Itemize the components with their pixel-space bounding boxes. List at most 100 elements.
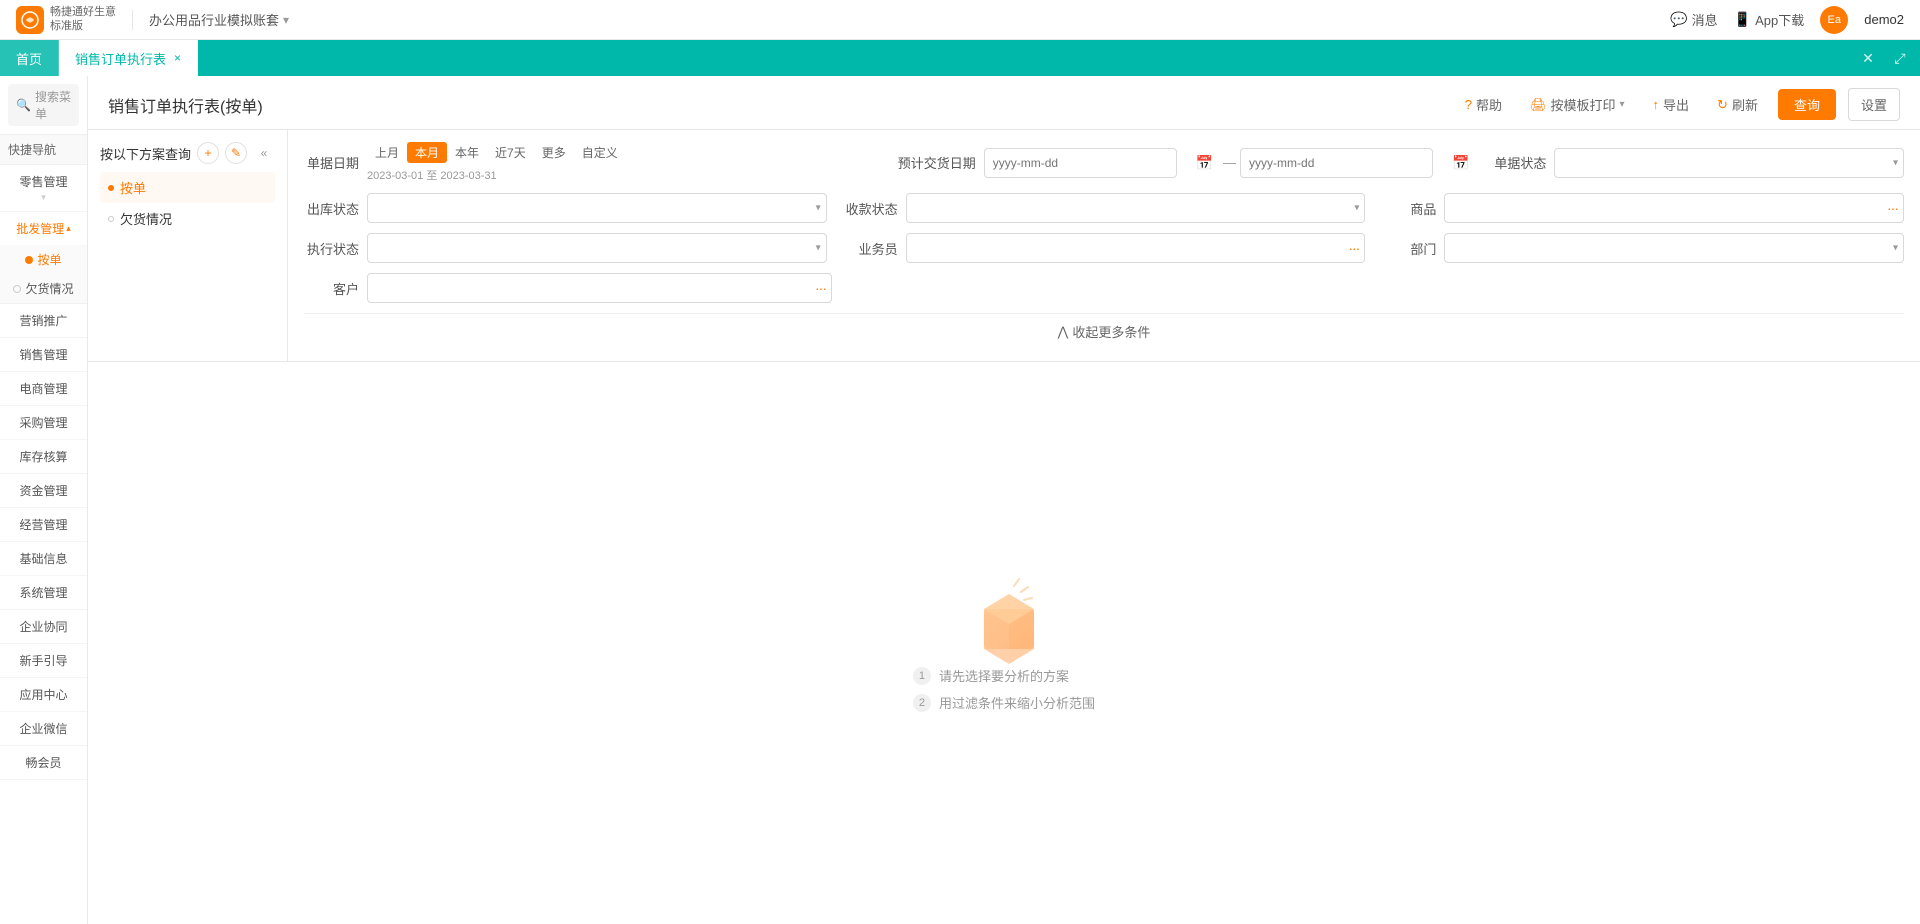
sidebar-subitem-debt[interactable]: 欠货情况	[0, 274, 87, 303]
date-tag-7days[interactable]: 近7天	[487, 142, 534, 163]
app-title[interactable]: 办公用品行业模拟账套 ▾	[149, 10, 289, 29]
filter-row-4: 客户 ···	[304, 273, 1904, 303]
shipment-status-select[interactable]	[367, 193, 827, 223]
sidebar-item-operation[interactable]: 经营管理	[0, 508, 87, 542]
template-print-button[interactable]: 🖨 按模板打印 ▾	[1522, 91, 1633, 118]
execution-label: 执行状态	[304, 239, 359, 258]
filter-field-department: 部门 ▾	[1381, 233, 1904, 263]
query-button[interactable]: 查询	[1778, 89, 1836, 120]
salesperson-input-wrap: ···	[906, 233, 1366, 263]
customer-input-wrap: ···	[367, 273, 832, 303]
sidebar-item-sales[interactable]: 销售管理	[0, 338, 87, 372]
date-tag-last-month[interactable]: 上月	[367, 142, 407, 163]
date-tag-this-year[interactable]: 本年	[447, 142, 487, 163]
page-header-actions: ? 帮助 🖨 按模板打印 ▾ ↑ 导出 ↻ 刷新 查询	[1457, 88, 1900, 121]
scheme-item-debt[interactable]: 欠货情况	[100, 203, 275, 234]
edit-scheme-button[interactable]: ✎	[225, 142, 247, 164]
date-separator: —	[1223, 155, 1236, 170]
dropdown-arrow-icon: ▾	[283, 13, 289, 27]
sidebar-item-inventory[interactable]: 库存核算	[0, 440, 87, 474]
print-icon: 🖨	[1530, 97, 1547, 113]
empty-state-icon	[964, 574, 1044, 654]
sidebar-item-finance[interactable]: 资金管理	[0, 474, 87, 508]
sidebar-item-newbie[interactable]: 新手引导	[0, 644, 87, 678]
username-label[interactable]: demo2	[1864, 12, 1904, 27]
sidebar-item-apps[interactable]: 应用中心	[0, 678, 87, 712]
collapse-more-button[interactable]: ⋀ 收起更多条件	[304, 313, 1904, 349]
wholesale-arrow-icon: ▴	[66, 223, 71, 234]
date-tag-row: 上月 本月 本年 近7天 更多 自定义	[367, 142, 882, 163]
collapse-scheme-button[interactable]: «	[253, 142, 275, 164]
collapse-icon: ⋀	[1058, 324, 1069, 340]
sidebar-item-enterprise[interactable]: 企业协同	[0, 610, 87, 644]
date-range-hint: 2023-03-01 至 2023-03-31	[367, 167, 882, 183]
user-avatar[interactable]: Ea	[1820, 6, 1848, 34]
execution-status-select[interactable]	[367, 233, 827, 263]
retail-arrow-icon: ▾	[41, 192, 46, 203]
date-controls: 上月 本月 本年 近7天 更多 自定义 2023-03-01 至 2023-03…	[367, 142, 882, 183]
tab-close-icon[interactable]: ×	[174, 51, 181, 65]
shipment-label: 出库状态	[304, 199, 359, 218]
header-right: 💬 消息 📱 App下载 Ea demo2	[1670, 6, 1904, 34]
date-label: 单据日期	[304, 153, 359, 172]
main-layout: 🔍 搜索菜单 快捷导航 零售管理 ▾ 批发管理 ▴ 按单	[0, 76, 1920, 924]
expected-date-start-input[interactable]	[984, 148, 1177, 178]
expected-date-end-input[interactable]	[1240, 148, 1433, 178]
filter-field-shipment: 出库状态 ▾	[304, 193, 827, 223]
tab-sales-order[interactable]: 销售订单执行表 ×	[59, 40, 198, 76]
salesperson-input[interactable]	[906, 233, 1366, 263]
filter-field-collection: 收款状态 ▾	[843, 193, 1366, 223]
date-tag-more[interactable]: 更多	[534, 142, 574, 163]
sidebar-quick-nav[interactable]: 快捷导航	[0, 135, 87, 165]
sidebar-search-area: 🔍 搜索菜单	[0, 76, 87, 135]
search-icon: 🔍	[16, 98, 31, 112]
scheme-item-single[interactable]: 按单	[100, 172, 275, 203]
refresh-button[interactable]: ↻ 刷新	[1709, 91, 1766, 118]
empty-hint-1: 1 请先选择要分析的方案	[913, 666, 1095, 685]
sidebar-item-purchase[interactable]: 采购管理	[0, 406, 87, 440]
filter-field-status: 单据状态 ▾	[1491, 148, 1904, 178]
sidebar-item-marketing[interactable]: 营销推广	[0, 304, 87, 338]
filter-scheme-panel: 按以下方案查询 + ✎ « 按单 欠货情况	[88, 130, 288, 361]
sidebar-item-wholesale[interactable]: 批发管理 ▴	[0, 212, 87, 245]
sidebar-group-wholesale: 批发管理 ▴ 按单 欠货情况	[0, 212, 87, 304]
tab-close-window-button[interactable]: ✕	[1856, 46, 1880, 70]
collection-status-select[interactable]	[906, 193, 1366, 223]
shipment-select-wrap: ▾	[367, 193, 827, 223]
sidebar-item-wechat[interactable]: 企业微信	[0, 712, 87, 746]
filter-field-customer: 客户 ···	[304, 273, 832, 303]
sidebar-search-input[interactable]: 🔍 搜索菜单	[8, 84, 79, 126]
department-select[interactable]	[1444, 233, 1904, 263]
main-content-area: 1 请先选择要分析的方案 2 用过滤条件来缩小分析范围	[88, 362, 1920, 924]
empty-hint-2: 2 用过滤条件来缩小分析范围	[913, 693, 1095, 712]
logo-area: 畅捷通好生意 标准版	[16, 6, 116, 34]
tab-home[interactable]: 首页	[0, 40, 59, 76]
empty-state-hints: 1 请先选择要分析的方案 2 用过滤条件来缩小分析范围	[913, 666, 1095, 712]
sidebar-item-system[interactable]: 系统管理	[0, 576, 87, 610]
sidebar-item-ecommerce[interactable]: 电商管理	[0, 372, 87, 406]
goods-input[interactable]	[1444, 193, 1904, 223]
app-download-button[interactable]: 📱 App下载	[1734, 10, 1805, 29]
tab-maximize-button[interactable]: ⤢	[1888, 46, 1912, 70]
sidebar-item-basic[interactable]: 基础信息	[0, 542, 87, 576]
collection-select-wrap: ▾	[906, 193, 1366, 223]
sidebar-subitem-order[interactable]: 按单	[0, 245, 87, 274]
department-label: 部门	[1381, 239, 1436, 258]
sidebar-item-retail[interactable]: 零售管理 ▾	[0, 165, 87, 212]
customer-label: 客户	[304, 279, 359, 298]
date-tag-custom[interactable]: 自定义	[574, 142, 626, 163]
add-scheme-button[interactable]: +	[197, 142, 219, 164]
scheme-dot-inactive-icon	[108, 216, 114, 222]
goods-label: 商品	[1381, 199, 1436, 218]
download-icon: 📱	[1734, 11, 1751, 28]
help-button[interactable]: ? 帮助	[1457, 91, 1510, 118]
date-tag-this-month[interactable]: 本月	[407, 142, 447, 163]
export-button[interactable]: ↑ 导出	[1645, 91, 1698, 118]
settings-button[interactable]: 设置	[1848, 88, 1900, 121]
customer-input[interactable]	[367, 273, 832, 303]
page-title: 销售订单执行表(按单)	[108, 93, 263, 117]
filter-scheme-header: 按以下方案查询 + ✎ «	[100, 142, 275, 164]
status-select[interactable]	[1554, 148, 1904, 178]
messages-button[interactable]: 💬 消息	[1670, 10, 1717, 29]
sidebar-item-member[interactable]: 畅会员	[0, 746, 87, 780]
